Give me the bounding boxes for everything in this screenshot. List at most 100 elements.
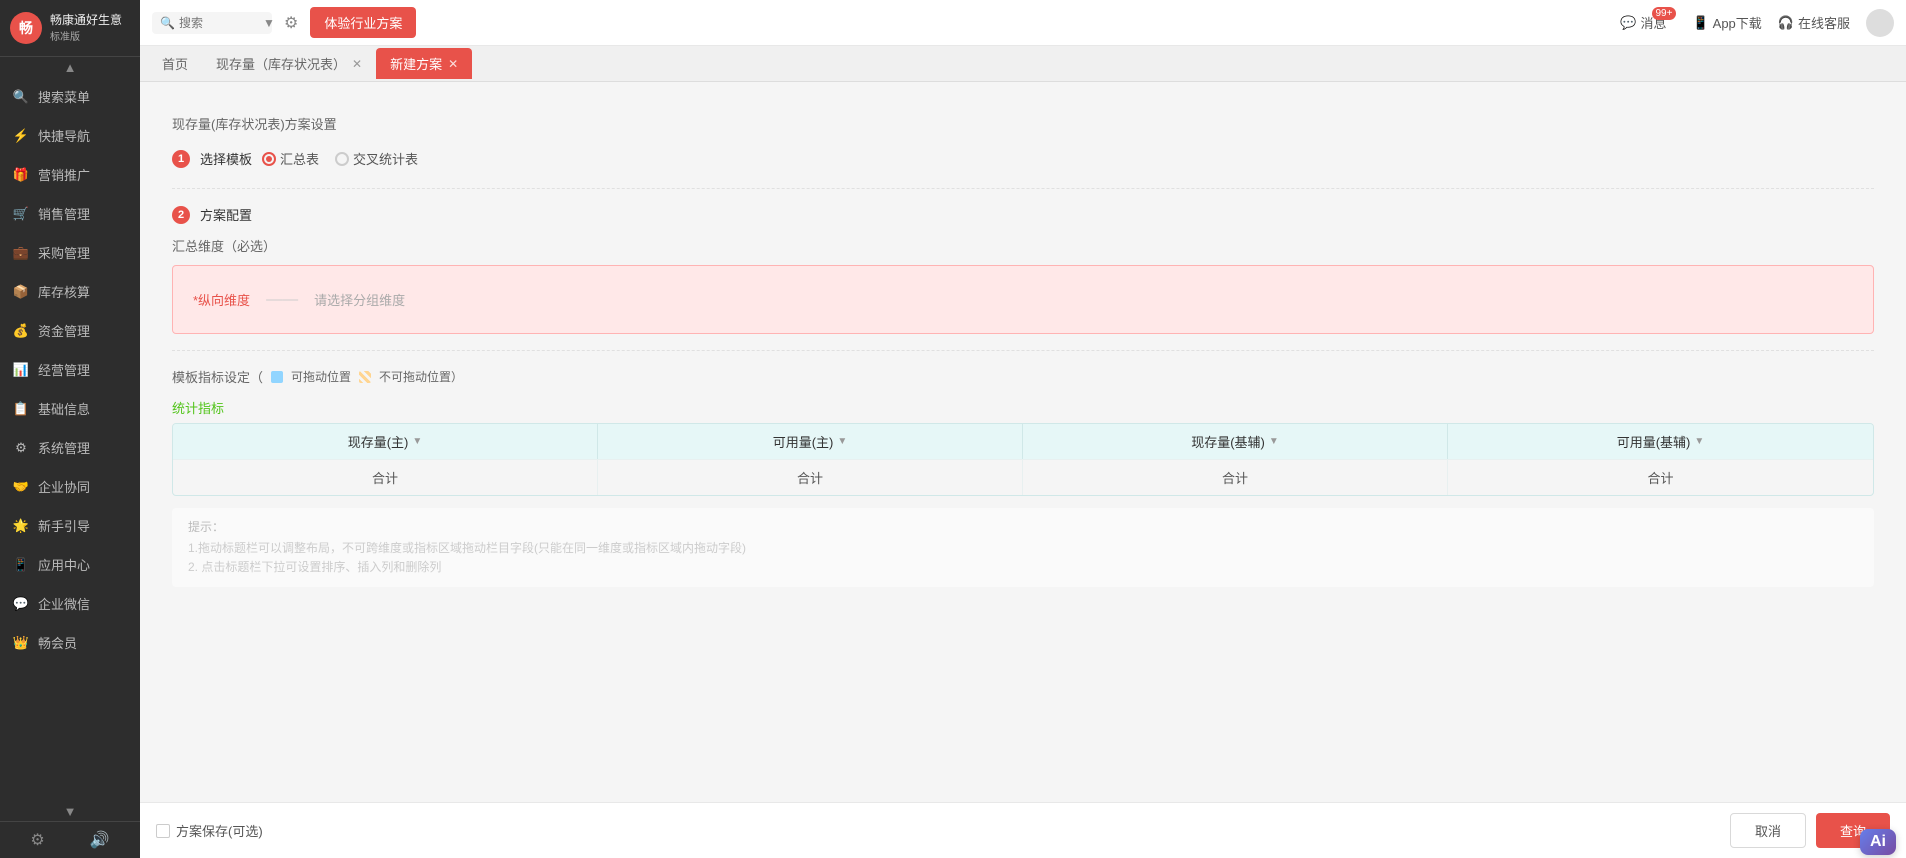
sidebar-item-shortcut-nav[interactable]: ⚡ 快捷导航 [0,116,140,155]
col-header-3[interactable]: 现存量(基辅) ▼ [1023,424,1448,459]
stats-table-header: 现存量(主) ▼ 可用量(主) ▼ 现存量(基辅) ▼ [173,424,1873,459]
shortcut-nav-icon: ⚡ [12,127,30,145]
radio-summary-label: 汇总表 [280,149,319,168]
col-cell-2: 合计 [598,460,1023,495]
radio-cross[interactable]: 交叉统计表 [335,149,418,168]
ai-badge-label: Ai [1870,833,1886,850]
col-header-2[interactable]: 可用量(主) ▼ [598,424,1023,459]
dimension-vertical-label: *纵向维度 [193,290,250,309]
col1-chevron-icon[interactable]: ▼ [412,436,422,447]
message-badge: 99+ [1652,7,1677,20]
topbar-search-box[interactable]: 🔍 ▼ [152,12,272,34]
col4-chevron-icon[interactable]: ▼ [1694,436,1704,447]
step1-number: 1 [172,150,190,168]
tab-inventory-status[interactable]: 现存量（库存状况表） ✕ [202,48,376,79]
headset-icon: 🎧 [1778,15,1794,31]
indicator-settings: 模板指标设定（ 可拖动位置 不可拖动位置） [172,367,1874,386]
step1-label: 选择模板 [200,149,252,168]
app-download-icon: 📱 [1692,15,1708,31]
radio-summary[interactable]: 汇总表 [262,149,319,168]
tab-home[interactable]: 首页 [148,48,202,79]
col-header-1[interactable]: 现存量(主) ▼ [173,424,598,459]
col2-chevron-icon[interactable]: ▼ [837,436,847,447]
sidebar-item-member[interactable]: 👑 畅会员 [0,623,140,662]
col-header-1-label: 现存量(主) [348,432,409,451]
tab-new-plan-close-icon[interactable]: ✕ [448,57,458,71]
user-avatar[interactable] [1866,9,1894,37]
sidebar-item-corp-agreement[interactable]: 🤝 企业协同 [0,467,140,506]
marketing-icon: 🎁 [12,166,30,184]
radio-cross-label: 交叉统计表 [353,149,418,168]
sidebar-item-marketing[interactable]: 🎁 营销推广 [0,155,140,194]
topbar: 🔍 ▼ ⚙ 体验行业方案 💬 消息 99+ 📱 App下载 🎧 在线客服 [140,0,1906,46]
tab-home-label: 首页 [162,54,188,73]
sidebar-item-inventory[interactable]: 📦 库存核算 [0,272,140,311]
app-download-button[interactable]: 📱 App下载 [1692,13,1761,32]
step2-number: 2 [172,206,190,224]
sidebar-logo: 畅 畅康通好生意 标准版 [0,0,140,57]
step1-header: 1 选择模板 汇总表 交叉统计表 [172,149,1874,168]
sidebar-item-label: 基础信息 [38,399,90,418]
radio-cross-dot [335,152,349,166]
cancel-button[interactable]: 取消 [1730,813,1806,848]
save-checkbox[interactable] [156,824,170,838]
dimension-divider [172,350,1874,351]
sidebar-item-operations[interactable]: 📊 经营管理 [0,350,140,389]
tab-new-plan[interactable]: 新建方案 ✕ [376,48,472,79]
tab-inventory-close-icon[interactable]: ✕ [352,57,362,71]
sales-icon: 🛒 [12,205,30,223]
sidebar-item-label: 企业微信 [38,594,90,613]
sidebar-item-label: 系统管理 [38,438,90,457]
step2-block: 2 方案配置 汇总维度（必选） *纵向维度 —— 请选择分组维度 模板指标设定（ [172,205,1874,587]
sidebar-item-sys-mgmt[interactable]: ⚙ 系统管理 [0,428,140,467]
sidebar-item-sales[interactable]: 🛒 销售管理 [0,194,140,233]
draggable-badge [271,371,283,383]
col-cell-1: 合计 [173,460,598,495]
sidebar-item-search-menu[interactable]: 🔍 搜索菜单 [0,77,140,116]
sidebar-item-finance[interactable]: 💰 资金管理 [0,311,140,350]
audio-icon[interactable]: 🔊 [90,830,110,850]
radio-summary-dot [262,152,276,166]
online-service-button[interactable]: 🎧 在线客服 [1778,13,1850,32]
sidebar-item-new-guide[interactable]: 🌟 新手引导 [0,506,140,545]
corp-agreement-icon: 🤝 [12,478,30,496]
col-header-4[interactable]: 可用量(基辅) ▼ [1448,424,1873,459]
sidebar-item-label: 应用中心 [38,555,90,574]
search-input[interactable] [179,16,259,30]
purchase-icon: 💼 [12,244,30,262]
sys-mgmt-icon: ⚙ [12,439,30,457]
sidebar-nav: 🔍 搜索菜单 ⚡ 快捷导航 🎁 营销推广 🛒 销售管理 💼 采购管理 📦 库存核… [0,77,140,801]
logo-icon: 畅 [10,12,42,44]
stats-table-row: 合计 合计 合计 合计 [173,459,1873,495]
settings-icon[interactable]: ⚙ [30,830,44,850]
sidebar: 畅 畅康通好生意 标准版 ▲ 🔍 搜索菜单 ⚡ 快捷导航 🎁 营销推广 🛒 销售… [0,0,140,858]
step1-options: 汇总表 交叉统计表 [262,149,418,168]
step2-label: 方案配置 [200,205,252,224]
sidebar-item-basic-info[interactable]: 📋 基础信息 [0,389,140,428]
sidebar-scroll-up[interactable]: ▲ [0,57,140,77]
sidebar-item-label: 企业协同 [38,477,90,496]
col-header-2-label: 可用量(主) [773,432,834,451]
dimension-placeholder: 请选择分组维度 [314,290,405,309]
finance-icon: 💰 [12,322,30,340]
col-cell-3: 合计 [1023,460,1448,495]
col3-chevron-icon[interactable]: ▼ [1269,436,1279,447]
save-option[interactable]: 方案保存(可选) [156,821,263,840]
ai-badge[interactable]: Ai [1860,829,1896,855]
sidebar-item-purchase[interactable]: 💼 采购管理 [0,233,140,272]
step2-header: 2 方案配置 [172,205,1874,224]
industry-plan-button[interactable]: 体验行业方案 [310,7,416,38]
hint-title: 提示： [188,518,1858,535]
sidebar-item-corp-wechat[interactable]: 💬 企业微信 [0,584,140,623]
sidebar-item-label: 搜索菜单 [38,87,90,106]
corp-wechat-icon: 💬 [12,595,30,613]
message-button[interactable]: 💬 消息 99+ [1620,13,1666,32]
search-dropdown-icon[interactable]: ▼ [263,16,275,30]
dimension-area[interactable]: *纵向维度 —— 请选择分组维度 [172,265,1874,334]
sidebar-item-app-center[interactable]: 📱 应用中心 [0,545,140,584]
hint-item-1: 1.拖动标题栏可以调整布局，不可跨维度或指标区域拖动栏目字段(只能在同一维度或指… [188,539,1858,556]
main-area: 🔍 ▼ ⚙ 体验行业方案 💬 消息 99+ 📱 App下载 🎧 在线客服 [140,0,1906,858]
non-draggable-badge [359,371,371,383]
sidebar-scroll-down[interactable]: ▼ [0,801,140,821]
gear-icon[interactable]: ⚙ [280,9,302,37]
